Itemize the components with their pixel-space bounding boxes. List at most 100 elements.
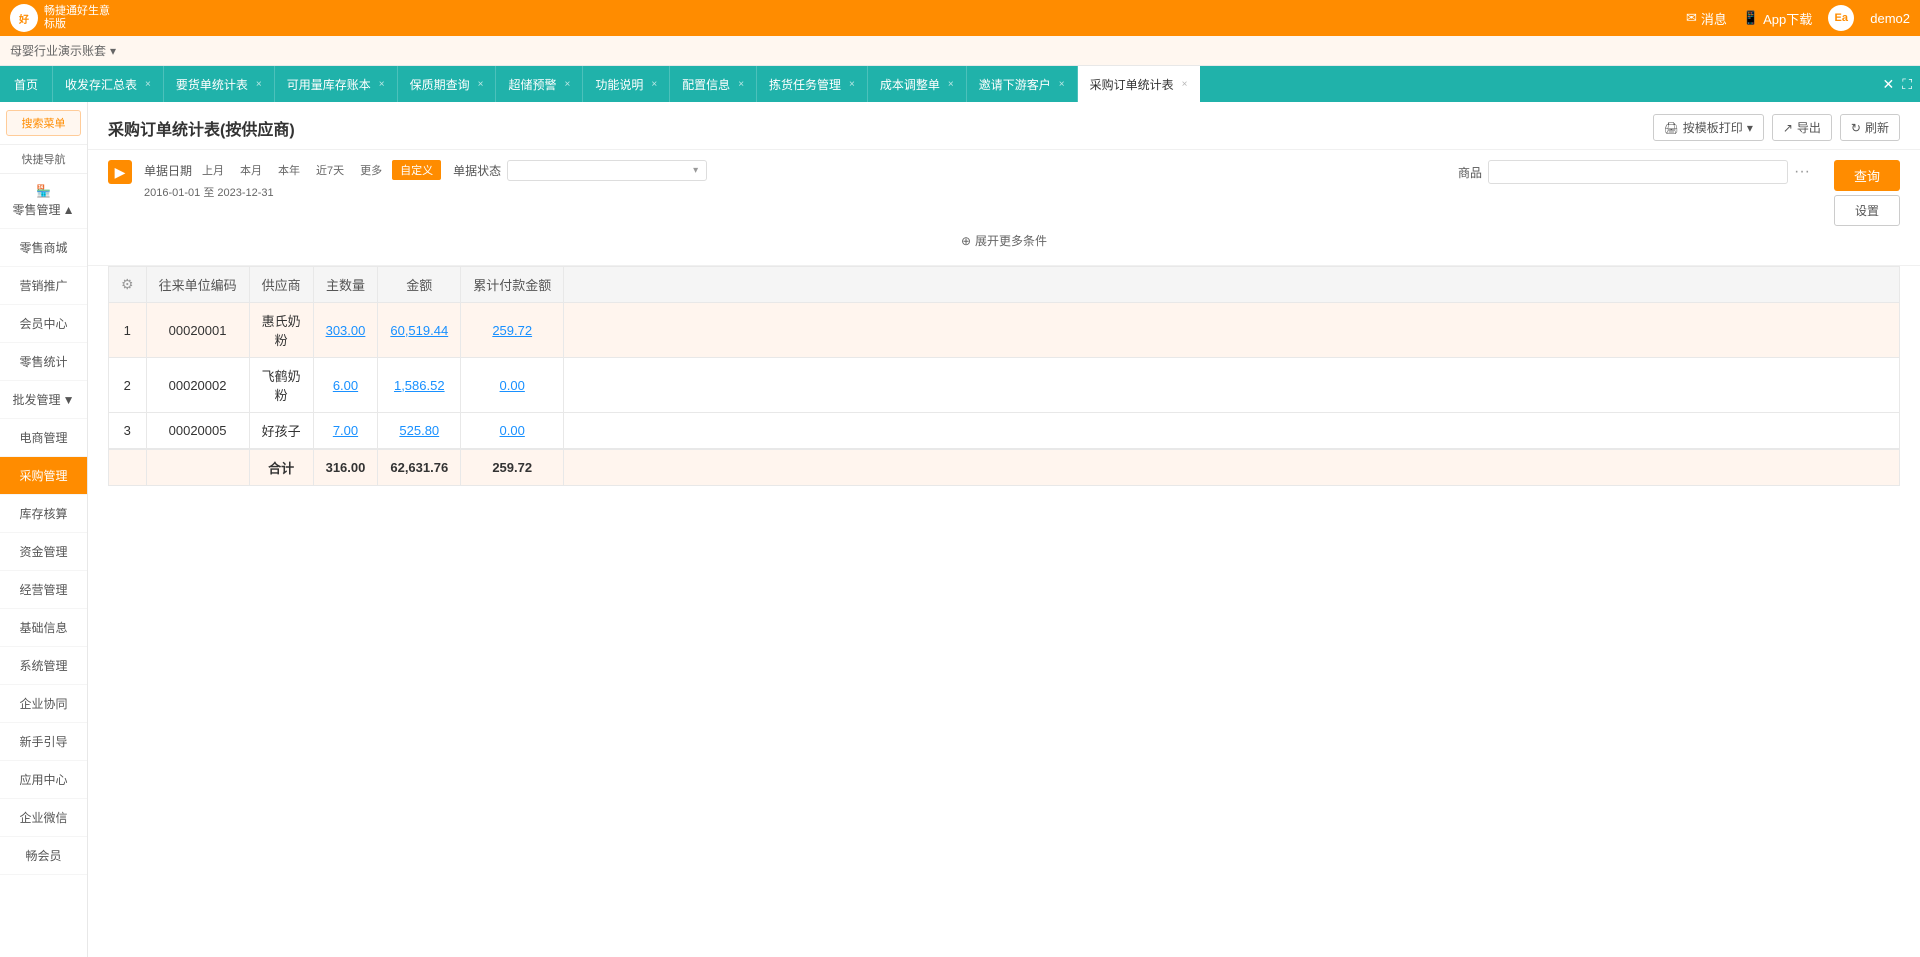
dropdown-arrow-icon: ▾ — [693, 165, 698, 176]
close-icon[interactable]: × — [849, 79, 855, 90]
refresh-button[interactable]: ↻ 刷新 — [1840, 114, 1900, 141]
dropdown-arrow-icon: ▾ — [1747, 121, 1753, 135]
tab-caigou-active[interactable]: 采购订单统计表 × — [1078, 66, 1201, 102]
sidebar-item-wechat[interactable]: 企业微信 — [0, 799, 87, 837]
table-row: 1 00020001 惠氏奶粉 303.00 60,519.44 259.72 — [109, 303, 1900, 358]
logo-area: 好 畅捷通好生意 标版 — [10, 4, 110, 32]
page-header: 采购订单统计表(按供应商) 🖨 按模板打印 ▾ ↗ 导出 ↻ 刷新 — [88, 102, 1920, 150]
custom-badge[interactable]: 自定义 — [392, 160, 441, 180]
status-select[interactable]: ▾ — [507, 160, 707, 181]
table-row: 2 00020002 飞鹤奶粉 6.00 1,586.52 0.00 — [109, 358, 1900, 413]
date-label: 单据日期 — [144, 162, 192, 179]
close-icon[interactable]: × — [948, 79, 954, 90]
close-icon[interactable]: × — [145, 79, 151, 90]
sidebar-item-enterprise[interactable]: 企业协同 — [0, 685, 87, 723]
row-amount: 1,586.52 — [378, 358, 461, 413]
quick-nav-btn[interactable]: 快捷导航 — [0, 145, 87, 174]
tab-chengben[interactable]: 成本调整单 × — [868, 66, 967, 102]
date-range-display: 2016-01-01 至 2023-12-31 — [144, 184, 441, 200]
close-icon[interactable]: × — [478, 79, 484, 90]
export-button[interactable]: ↗ 导出 — [1772, 114, 1832, 141]
shortcut-last-month[interactable]: 上月 — [196, 160, 230, 180]
sidebar-item-app-center[interactable]: 应用中心 — [0, 761, 87, 799]
settings-button[interactable]: 设置 — [1834, 195, 1900, 226]
sidebar-item-purchase[interactable]: 采购管理 — [0, 457, 87, 495]
tab-chaochu[interactable]: 超储预警 × — [496, 66, 583, 102]
close-icon[interactable]: × — [1059, 79, 1065, 90]
close-icon[interactable]: × — [651, 79, 657, 90]
shortcut-7days[interactable]: 近7天 — [310, 160, 350, 180]
top-bar: 好 畅捷通好生意 标版 ✉ 消息 📱 App下载 Ea demo2 — [0, 0, 1920, 36]
close-icon[interactable]: × — [564, 79, 570, 90]
filter-top-row: ▶ 单据日期 上月 本月 本年 近7天 更多 自定义 — [108, 160, 1900, 226]
sidebar-item-retail-mgmt[interactable]: 🏪 零售管理 ▲ — [0, 174, 87, 229]
row-qty: 7.00 — [313, 413, 378, 450]
close-icon[interactable]: × — [379, 79, 385, 90]
row-supplier: 好孩子 — [249, 413, 313, 450]
sidebar-item-system[interactable]: 系统管理 — [0, 647, 87, 685]
tab-home[interactable]: 首页 — [0, 66, 53, 102]
shortcut-this-year[interactable]: 本年 — [272, 160, 306, 180]
sidebar-item-member[interactable]: 会员中心 — [0, 305, 87, 343]
th-extra — [564, 267, 1900, 303]
footer-paid: 259.72 — [461, 449, 564, 486]
maximize-icon[interactable]: ⛶ — [1902, 76, 1912, 93]
sidebar-item-wholesale[interactable]: 批发管理 ▼ — [0, 381, 87, 419]
row-paid: 259.72 — [461, 303, 564, 358]
filter-toggle-btn[interactable]: ▶ — [108, 160, 132, 184]
username-label[interactable]: demo2 — [1870, 11, 1910, 26]
sidebar-item-member2[interactable]: 畅会员 — [0, 837, 87, 875]
sidebar-item-basic-info[interactable]: 基础信息 — [0, 609, 87, 647]
tab-yaoqing[interactable]: 邀请下游客户 × — [967, 66, 1078, 102]
close-window-icon[interactable]: ✕ — [1882, 76, 1894, 93]
goods-input[interactable] — [1488, 160, 1788, 184]
status-label: 单据状态 — [453, 162, 501, 179]
sidebar: 搜索菜单 快捷导航 🏪 零售管理 ▲ 零售商城 营销推广 会员中心 零售统计 批… — [0, 102, 88, 957]
th-supplier: 供应商 — [249, 267, 313, 303]
tab-gongneng[interactable]: 功能说明 × — [583, 66, 670, 102]
table-area: ⚙ 往来单位编码 供应商 主数量 金额 累计付款金额 1 000200 — [88, 266, 1920, 957]
th-qty: 主数量 — [313, 267, 378, 303]
tab-baozhi[interactable]: 保质期查询 × — [398, 66, 497, 102]
sidebar-item-inventory[interactable]: 库存核算 — [0, 495, 87, 533]
search-menu-btn[interactable]: 搜索菜单 — [6, 110, 81, 136]
shortcut-more[interactable]: 更多 — [354, 160, 388, 180]
close-icon[interactable]: × — [738, 79, 744, 90]
tab-shoufacun[interactable]: 收发存汇总表 × — [53, 66, 164, 102]
workspace-bar: 母婴行业演示账套 ▾ — [0, 36, 1920, 66]
row-supplier: 飞鹤奶粉 — [249, 358, 313, 413]
sidebar-item-newbie[interactable]: 新手引导 — [0, 723, 87, 761]
sidebar-item-finance[interactable]: 资金管理 — [0, 533, 87, 571]
footer-label: 合计 — [249, 449, 313, 486]
row-paid: 0.00 — [461, 413, 564, 450]
tab-yaohuo[interactable]: 要货单统计表 × — [164, 66, 275, 102]
data-table: ⚙ 往来单位编码 供应商 主数量 金额 累计付款金额 1 000200 — [108, 266, 1900, 486]
more-options-icon[interactable]: ··· — [1794, 163, 1810, 181]
avatar: Ea — [1828, 5, 1854, 31]
user-avatar[interactable]: Ea — [1828, 5, 1854, 31]
gear-icon[interactable]: ⚙ — [121, 276, 134, 293]
store-icon: 🏪 — [36, 184, 51, 198]
tab-jianhuo[interactable]: 拣货任务管理 × — [757, 66, 868, 102]
sidebar-item-operations[interactable]: 经营管理 — [0, 571, 87, 609]
sidebar-item-ecommerce[interactable]: 电商管理 — [0, 419, 87, 457]
app-download-btn[interactable]: 📱 App下载 — [1743, 9, 1812, 28]
messages-btn[interactable]: ✉ 消息 — [1686, 9, 1727, 28]
tab-peizhi[interactable]: 配置信息 × — [670, 66, 757, 102]
th-amount: 金额 — [378, 267, 461, 303]
query-button[interactable]: 查询 — [1834, 160, 1900, 191]
sidebar-item-retail-mall[interactable]: 零售商城 — [0, 229, 87, 267]
close-icon[interactable]: × — [256, 79, 262, 90]
page-title: 采购订单统计表(按供应商) — [108, 116, 295, 140]
shortcut-this-month[interactable]: 本月 — [234, 160, 268, 180]
table-header-row: ⚙ 往来单位编码 供应商 主数量 金额 累计付款金额 — [109, 267, 1900, 303]
workspace-selector[interactable]: 母婴行业演示账套 ▾ — [10, 42, 116, 59]
tab-kuyongliang[interactable]: 可用量库存账本 × — [275, 66, 398, 102]
row-code: 00020002 — [146, 358, 249, 413]
print-button[interactable]: 🖨 按模板打印 ▾ — [1653, 114, 1764, 141]
sidebar-item-marketing[interactable]: 营销推广 — [0, 267, 87, 305]
nav-tabs: 首页 收发存汇总表 × 要货单统计表 × 可用量库存账本 × 保质期查询 × 超… — [0, 66, 1920, 102]
sidebar-item-retail-stats[interactable]: 零售统计 — [0, 343, 87, 381]
close-icon[interactable]: × — [1182, 79, 1188, 90]
expand-more-btn[interactable]: ⊕ 展开更多条件 — [108, 226, 1900, 255]
